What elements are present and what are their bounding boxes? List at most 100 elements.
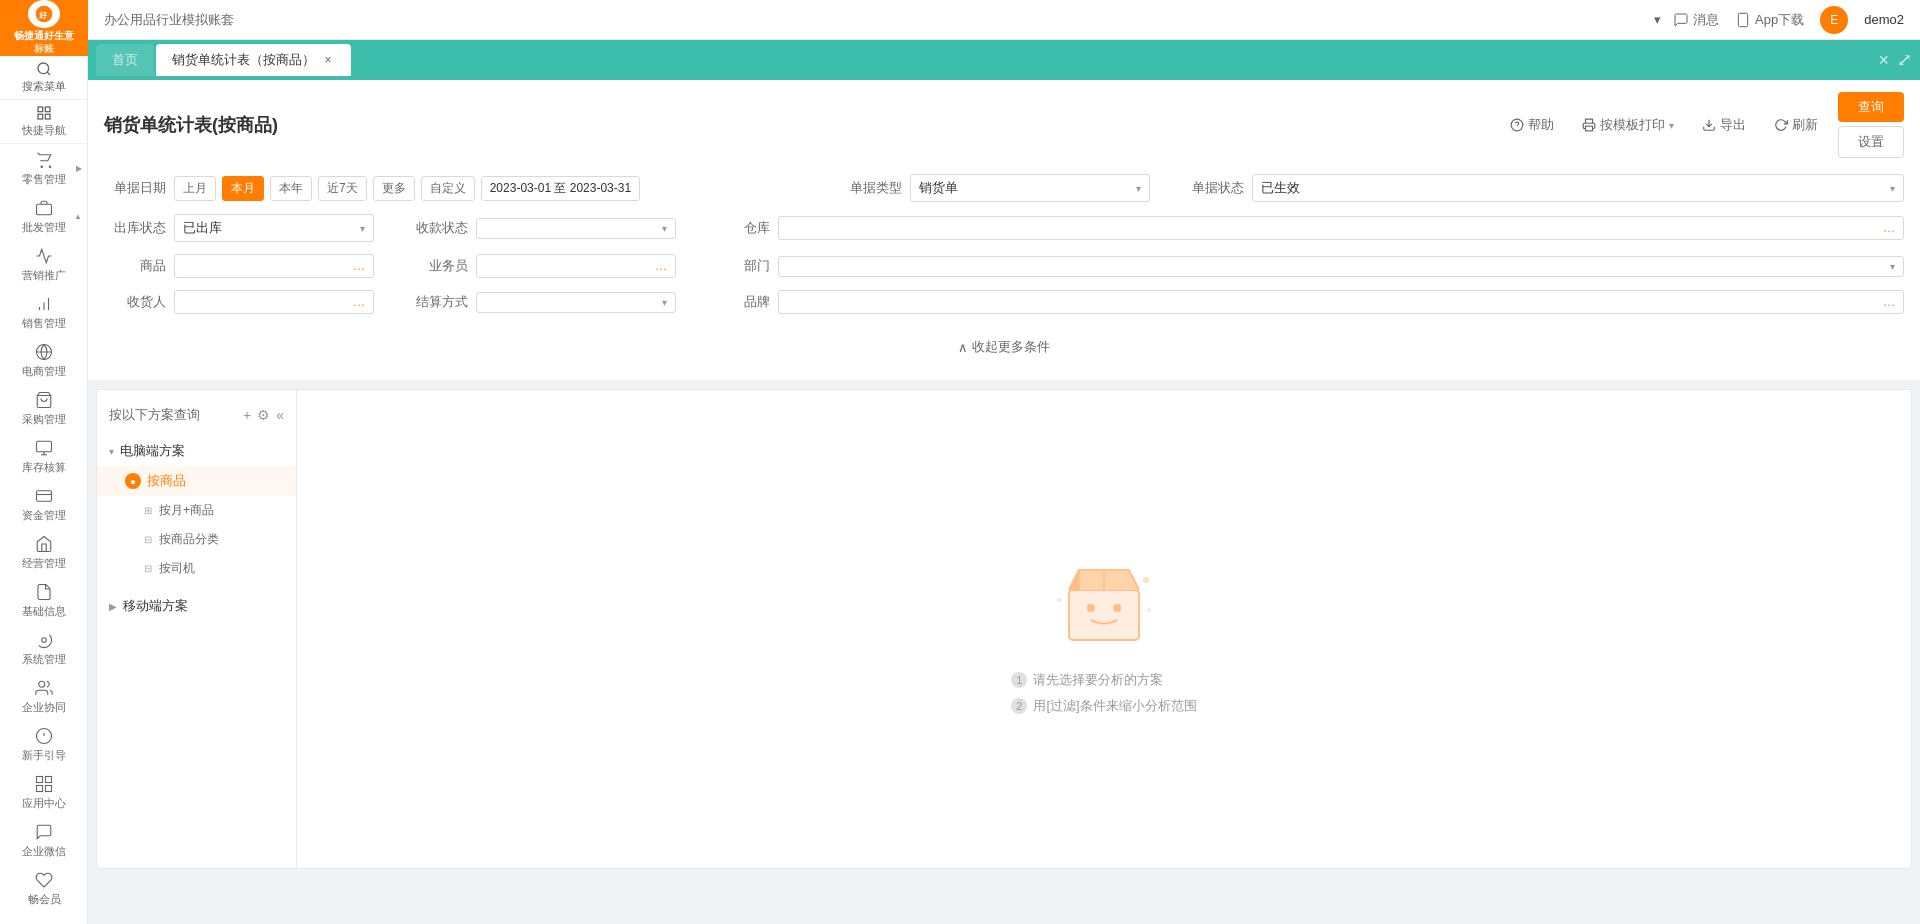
- salesperson-input[interactable]: …: [476, 254, 676, 278]
- finance-label: 资金管理: [22, 508, 66, 523]
- sidebar-item-purchase[interactable]: 采购管理: [0, 384, 87, 432]
- print-dropdown-icon[interactable]: ▾: [1669, 120, 1674, 131]
- collapse-btn[interactable]: ∧ 收起更多条件: [942, 334, 1066, 360]
- export-btn[interactable]: 导出: [1694, 112, 1754, 138]
- warehouse-input[interactable]: …: [778, 216, 1904, 240]
- scheme-item-by-goods[interactable]: ● 按商品: [97, 466, 296, 496]
- search-icon: [36, 61, 52, 77]
- sidebar-item-basic[interactable]: 基础信息: [0, 576, 87, 624]
- mobile-group-label: 移动端方案: [123, 597, 188, 615]
- warehouse-status-arrow: ▾: [360, 223, 365, 234]
- sidebar-item-finance[interactable]: 资金管理: [0, 480, 87, 528]
- refresh-label: 刷新: [1792, 116, 1818, 134]
- sidebar-item-marketing[interactable]: 营销推广: [0, 240, 87, 288]
- help-icon: [1510, 118, 1524, 132]
- desktop-group-header[interactable]: ▾ 电脑端方案: [97, 436, 296, 466]
- goods-input[interactable]: …: [174, 254, 374, 278]
- svg-point-39: [1113, 604, 1121, 612]
- user-avatar[interactable]: E: [1820, 6, 1848, 34]
- sidebar-item-member[interactable]: 畅会员: [0, 864, 87, 912]
- receiver-more[interactable]: …: [353, 295, 365, 309]
- quick-nav-item[interactable]: 快捷导航: [0, 100, 88, 144]
- brand-more[interactable]: …: [1883, 295, 1895, 309]
- sidebar-item-retail[interactable]: 零售管理 ▶: [0, 144, 87, 192]
- refresh-btn[interactable]: 刷新: [1766, 112, 1826, 138]
- sidebar-item-wholesale[interactable]: 批发管理 ▲: [0, 192, 87, 240]
- guide-icon: [34, 726, 54, 746]
- scheme-subitem-driver[interactable]: ⊟ 按司机: [97, 554, 296, 583]
- sidebar-item-sales[interactable]: 销售管理: [0, 288, 87, 336]
- guide-label: 新手引导: [22, 748, 66, 763]
- svg-text:好: 好: [38, 10, 48, 20]
- window-expand-icon[interactable]: ⤢: [1897, 49, 1912, 71]
- mobile-group-header[interactable]: ▶ 移动端方案: [97, 591, 296, 621]
- sidebar-item-guide[interactable]: 新手引导: [0, 720, 87, 768]
- warehouse-status-select[interactable]: 已出库 ▾: [174, 214, 374, 242]
- app-subtitle: 标账: [34, 42, 54, 56]
- salesperson-more[interactable]: …: [655, 259, 667, 273]
- department-select[interactable]: ▾: [778, 256, 1904, 277]
- payment-status-select[interactable]: ▾: [476, 218, 676, 239]
- scheme-item-by-goods-label: 按商品: [147, 472, 186, 490]
- warehouse-more[interactable]: …: [1883, 221, 1895, 235]
- hint-2-num: 2: [1011, 698, 1027, 714]
- date-range-display[interactable]: 2023-03-01 至 2023-03-31: [481, 176, 640, 201]
- collapse-row: ∧ 收起更多条件: [104, 326, 1904, 368]
- driver-icon: ⊟: [141, 562, 155, 576]
- this-month-btn[interactable]: 本月: [222, 176, 264, 201]
- left-panel-icons: + ⚙ «: [243, 407, 284, 423]
- wechat-label: 企业微信: [22, 844, 66, 859]
- window-close-icon[interactable]: ×: [1878, 50, 1889, 71]
- svg-rect-36: [1069, 590, 1139, 640]
- sidebar-item-apps[interactable]: 应用中心: [0, 768, 87, 816]
- user-name[interactable]: demo2: [1864, 12, 1904, 27]
- dept-arrow: ▾: [1890, 261, 1895, 272]
- sidebar-item-enterprise[interactable]: 企业协同: [0, 672, 87, 720]
- date-filter-control: 上月 本月 本年 近7天 更多 自定义 2023-03-01 至 2023-03…: [174, 176, 808, 201]
- sidebar-nav: 零售管理 ▶ 批发管理 ▲ 营销推广 销售管理 电商管理: [0, 144, 87, 924]
- sidebar-item-system[interactable]: 系统管理: [0, 624, 87, 672]
- doc-status-value: 已生效: [1261, 179, 1300, 197]
- sidebar-item-ecommerce[interactable]: 电商管理: [0, 336, 87, 384]
- query-button[interactable]: 查询: [1838, 92, 1904, 122]
- print-btn[interactable]: 按模板打印 ▾: [1574, 112, 1682, 138]
- goods-more[interactable]: …: [353, 259, 365, 273]
- svg-rect-16: [37, 441, 52, 452]
- settings-scheme-icon[interactable]: ⚙: [257, 407, 270, 423]
- brand-input[interactable]: …: [778, 290, 1904, 314]
- tab-home[interactable]: 首页: [96, 44, 154, 76]
- left-panel: 按以下方案查询 + ⚙ « ▾ 电脑端方案 ● 按商品: [97, 390, 297, 868]
- message-action[interactable]: 消息: [1673, 11, 1719, 29]
- scheme-subitem-month-goods[interactable]: ⊞ 按月+商品: [97, 496, 296, 525]
- settle-select[interactable]: ▾: [476, 292, 676, 313]
- sidebar-item-inventory[interactable]: 库存核算: [0, 432, 87, 480]
- doc-type-select[interactable]: 销货单 ▾: [910, 174, 1150, 202]
- receiver-input[interactable]: …: [174, 290, 374, 314]
- more-date-btn[interactable]: 更多: [373, 176, 415, 201]
- this-year-btn[interactable]: 本年: [270, 176, 312, 201]
- filter-row-warehouse: 出库状态 已出库 ▾ 收款状态 ▾ 仓库 …: [104, 214, 1904, 242]
- recent7-btn[interactable]: 近7天: [318, 176, 367, 201]
- retail-expand-icon: ▶: [76, 164, 82, 173]
- search-menu-item[interactable]: 搜索菜单: [0, 56, 88, 100]
- add-scheme-icon[interactable]: +: [243, 407, 251, 423]
- scheme-subitem-month-goods-label: 按月+商品: [159, 502, 214, 519]
- topbar-actions: 消息 App下载 E demo2: [1673, 6, 1904, 34]
- empty-illustration: [1044, 535, 1164, 655]
- tab-close-icon[interactable]: ×: [321, 53, 335, 67]
- tab-sales-stats[interactable]: 销货单统计表（按商品） ×: [156, 44, 351, 76]
- industry-dropdown[interactable]: ▾: [1654, 12, 1661, 27]
- industry-title: 办公用品行业模拟账套: [104, 11, 1642, 29]
- doc-status-select[interactable]: 已生效 ▾: [1252, 174, 1904, 202]
- brand-label: 品牌: [708, 293, 778, 311]
- custom-date-btn[interactable]: 自定义: [421, 176, 475, 201]
- last-month-btn[interactable]: 上月: [174, 176, 216, 201]
- sidebar-item-operations[interactable]: 经营管理: [0, 528, 87, 576]
- sidebar-item-wechat[interactable]: 企业微信: [0, 816, 87, 864]
- app-download-action[interactable]: App下载: [1735, 11, 1804, 29]
- help-btn[interactable]: 帮助: [1502, 112, 1562, 138]
- collapse-panel-icon[interactable]: «: [276, 407, 284, 423]
- scheme-subitem-goods-category[interactable]: ⊟ 按商品分类: [97, 525, 296, 554]
- settings-button[interactable]: 设置: [1838, 126, 1904, 158]
- app-logo[interactable]: 好 畅捷通好生意 标账: [0, 0, 88, 56]
